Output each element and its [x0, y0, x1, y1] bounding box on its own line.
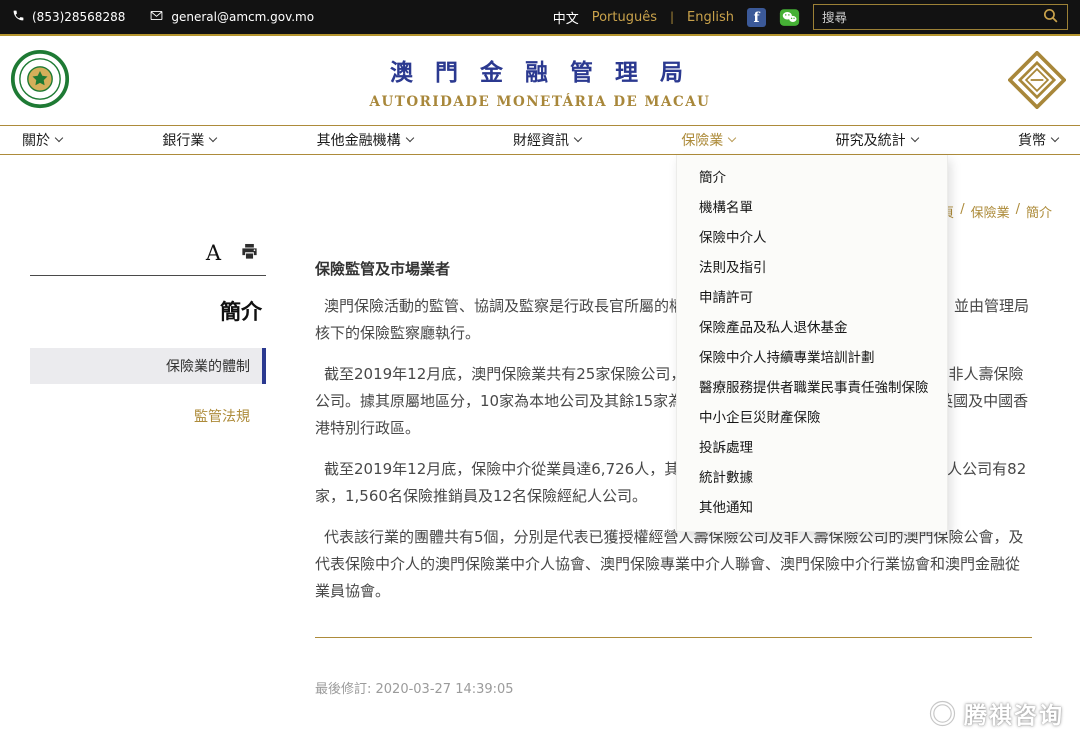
search-icon	[1042, 7, 1059, 27]
nav-label: 貨幣	[1018, 130, 1046, 150]
watermark: 腾祺咨询	[929, 696, 1064, 730]
chevron-down-icon	[728, 134, 736, 142]
nav-item-currency[interactable]: 貨幣	[1018, 130, 1058, 150]
content-paragraph: 代表該行業的團體共有5個，分別是代表已獲授權經營人壽保險公司及非人壽保險公司的澳…	[315, 524, 1032, 605]
printer-icon	[239, 242, 260, 265]
print-button[interactable]	[239, 242, 260, 265]
phone-contact: (853)28568288	[12, 9, 125, 25]
search-button[interactable]	[1042, 7, 1059, 27]
lang-divider: |	[670, 10, 674, 24]
nav-item-financial-info[interactable]: 財經資訊	[513, 130, 581, 150]
sidebar-item-insurance-system[interactable]: 保險業的體制	[30, 348, 266, 384]
search-input[interactable]	[822, 10, 1036, 25]
nav-label: 財經資訊	[513, 130, 569, 150]
dropdown-item-statistics[interactable]: 統計數據	[677, 463, 947, 493]
dropdown-item-intro[interactable]: 簡介	[677, 163, 947, 193]
nav-item-insurance[interactable]: 保險業	[681, 130, 735, 150]
dropdown-item-products-pension-funds[interactable]: 保險產品及私人退休基金	[677, 313, 947, 343]
dropdown-item-medical-liability-insurance[interactable]: 醫療服務提供者職業民事責任強制保險	[677, 373, 947, 403]
lang-portuguese-link[interactable]: Português	[592, 10, 657, 25]
lang-chinese-link[interactable]: 中文	[553, 8, 579, 27]
sidebar-divider	[30, 275, 266, 276]
content-divider	[315, 637, 1032, 638]
envelope-icon	[149, 9, 164, 25]
lang-english-link[interactable]: English	[687, 10, 734, 25]
breadcrumb-current[interactable]: 簡介	[1026, 202, 1052, 221]
search-box	[813, 4, 1068, 30]
dropdown-item-cpd-program[interactable]: 保險中介人持續專業培訓計劃	[677, 343, 947, 373]
wechat-icon[interactable]	[779, 7, 800, 28]
watermark-text: 腾祺咨询	[964, 696, 1064, 730]
email-address: general@amcm.gov.mo	[171, 10, 314, 24]
email-contact[interactable]: general@amcm.gov.mo	[149, 9, 314, 25]
chevron-down-icon	[574, 134, 582, 142]
dropdown-item-other-notices[interactable]: 其他通知	[677, 493, 947, 523]
breadcrumb-separator: /	[960, 202, 964, 221]
nav-label: 銀行業	[162, 130, 204, 150]
chevron-down-icon	[910, 134, 918, 142]
amcm-diamond-emblem	[1008, 51, 1066, 113]
chevron-down-icon	[55, 134, 63, 142]
nav-label: 保險業	[681, 130, 723, 150]
watermark-logo-icon	[929, 700, 956, 727]
nav-item-banking[interactable]: 銀行業	[162, 130, 216, 150]
sidebar-item-regulations[interactable]: 監管法規	[30, 406, 266, 426]
last-modified-timestamp: 最後修訂: 2020-03-27 14:39:05	[315, 678, 1032, 697]
font-size-button[interactable]: A	[206, 243, 221, 264]
chevron-down-icon	[209, 134, 217, 142]
dropdown-item-complaints[interactable]: 投訴處理	[677, 433, 947, 463]
nav-item-research-statistics[interactable]: 研究及統計	[836, 130, 918, 150]
phone-icon	[12, 9, 25, 25]
breadcrumb-separator: /	[1016, 202, 1020, 221]
sidebar: A 簡介 保險業的體制 監管法規	[30, 240, 266, 426]
main-nav: 關於 銀行業 其他金融機構 財經資訊 保險業 研究及統計 貨幣	[0, 125, 1080, 155]
site-title-portuguese: AUTORIDADE MONETÁRIA DE MACAU	[0, 94, 1080, 110]
insurance-dropdown-menu: 簡介 機構名單 保險中介人 法則及指引 申請許可 保險產品及私人退休基金 保險中…	[676, 155, 948, 532]
nav-label: 研究及統計	[836, 130, 906, 150]
nav-label: 關於	[22, 130, 50, 150]
chevron-down-icon	[405, 134, 413, 142]
chevron-down-icon	[1051, 134, 1059, 142]
breadcrumb-insurance[interactable]: 保險業	[971, 202, 1010, 221]
dropdown-item-institutions-list[interactable]: 機構名單	[677, 193, 947, 223]
site-header: 澳 門 金 融 管 理 局 AUTORIDADE MONETÁRIA DE MA…	[0, 36, 1080, 125]
topbar: (853)28568288 general@amcm.gov.mo 中文 Por…	[0, 0, 1080, 34]
facebook-icon[interactable]: f	[747, 8, 766, 27]
phone-number: (853)28568288	[32, 10, 125, 24]
nav-item-other-financial-institutions[interactable]: 其他金融機構	[317, 130, 413, 150]
site-title-chinese: 澳 門 金 融 管 理 局	[0, 53, 1080, 87]
dropdown-item-application-license[interactable]: 申請許可	[677, 283, 947, 313]
nav-item-about[interactable]: 關於	[22, 130, 62, 150]
dropdown-item-laws-guidelines[interactable]: 法則及指引	[677, 253, 947, 283]
sidebar-heading: 簡介	[30, 296, 266, 326]
dropdown-item-sme-catastrophe-insurance[interactable]: 中小企巨災財產保險	[677, 403, 947, 433]
nav-label: 其他金融機構	[317, 130, 401, 150]
dropdown-item-insurance-intermediaries[interactable]: 保險中介人	[677, 223, 947, 253]
